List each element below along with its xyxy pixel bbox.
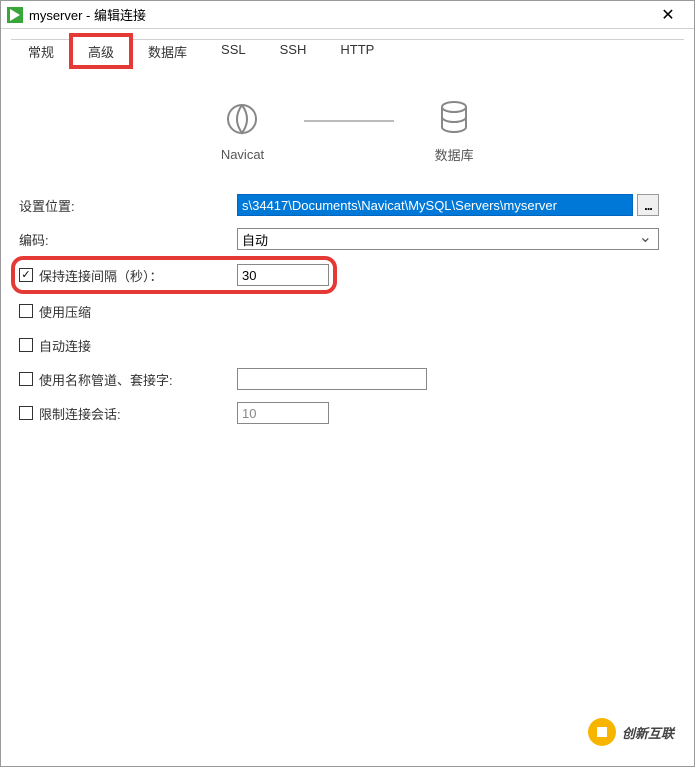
- connection-diagram: Navicat 数据库: [19, 87, 676, 164]
- keep-alive-checkbox[interactable]: [19, 268, 33, 282]
- limit-sessions-input: [237, 402, 329, 424]
- watermark: 创新互联: [588, 718, 674, 746]
- browse-button[interactable]: ...: [637, 194, 659, 216]
- named-pipe-label-text: 使用名称管道、套接字:: [39, 370, 173, 389]
- location-input[interactable]: [237, 194, 633, 216]
- named-pipe-input[interactable]: [237, 368, 427, 390]
- watermark-text: 创新互联: [622, 723, 674, 742]
- row-encoding: 编码: 自动: [19, 226, 676, 252]
- row-named-pipe: 使用名称管道、套接字:: [19, 366, 676, 392]
- compression-checkbox[interactable]: [19, 304, 33, 318]
- diagram-database-label: 数据库: [435, 145, 474, 164]
- encoding-select[interactable]: 自动: [237, 228, 659, 250]
- navicat-icon: [222, 99, 262, 139]
- auto-connect-label: 自动连接: [19, 336, 237, 355]
- row-limit-sessions: 限制连接会话:: [19, 400, 676, 426]
- tab-bar: 常规 高级 数据库 SSL SSH HTTP: [1, 29, 694, 67]
- tab-content: Navicat 数据库 设置位置: ... 编码: 自动 保持连接间隔（秒）：: [1, 67, 694, 454]
- diagram-navicat-label: Navicat: [221, 147, 264, 162]
- row-compression: 使用压缩: [19, 298, 676, 324]
- row-keep-alive: 保持连接间隔（秒）：: [15, 260, 333, 290]
- row-auto-connect: 自动连接: [19, 332, 676, 358]
- compression-label: 使用压缩: [19, 302, 237, 321]
- keep-alive-input[interactable]: [237, 264, 329, 286]
- encoding-label: 编码:: [19, 230, 237, 249]
- compression-label-text: 使用压缩: [39, 302, 91, 321]
- row-location: 设置位置: ...: [19, 192, 676, 218]
- watermark-icon: [588, 718, 616, 746]
- named-pipe-label: 使用名称管道、套接字:: [19, 370, 237, 389]
- encoding-value: 自动: [242, 230, 268, 249]
- diagram-navicat: Navicat: [221, 99, 264, 162]
- keep-alive-label: 保持连接间隔（秒）：: [19, 266, 237, 285]
- app-icon: [7, 7, 23, 23]
- diagram-database: 数据库: [434, 97, 474, 164]
- close-button[interactable]: ✕: [648, 1, 688, 29]
- limit-sessions-label-text: 限制连接会话:: [39, 404, 121, 423]
- limit-sessions-label: 限制连接会话:: [19, 404, 237, 423]
- auto-connect-checkbox[interactable]: [19, 338, 33, 352]
- auto-connect-label-text: 自动连接: [39, 336, 91, 355]
- named-pipe-checkbox[interactable]: [19, 372, 33, 386]
- diagram-connector: [304, 120, 394, 122]
- location-label: 设置位置:: [19, 196, 237, 215]
- tab-advanced[interactable]: 高级: [71, 35, 131, 67]
- window-title: myserver - 编辑连接: [29, 5, 648, 24]
- limit-sessions-checkbox[interactable]: [19, 406, 33, 420]
- database-icon: [434, 97, 474, 137]
- titlebar: myserver - 编辑连接 ✕: [1, 1, 694, 29]
- keep-alive-label-text: 保持连接间隔（秒）：: [39, 266, 163, 285]
